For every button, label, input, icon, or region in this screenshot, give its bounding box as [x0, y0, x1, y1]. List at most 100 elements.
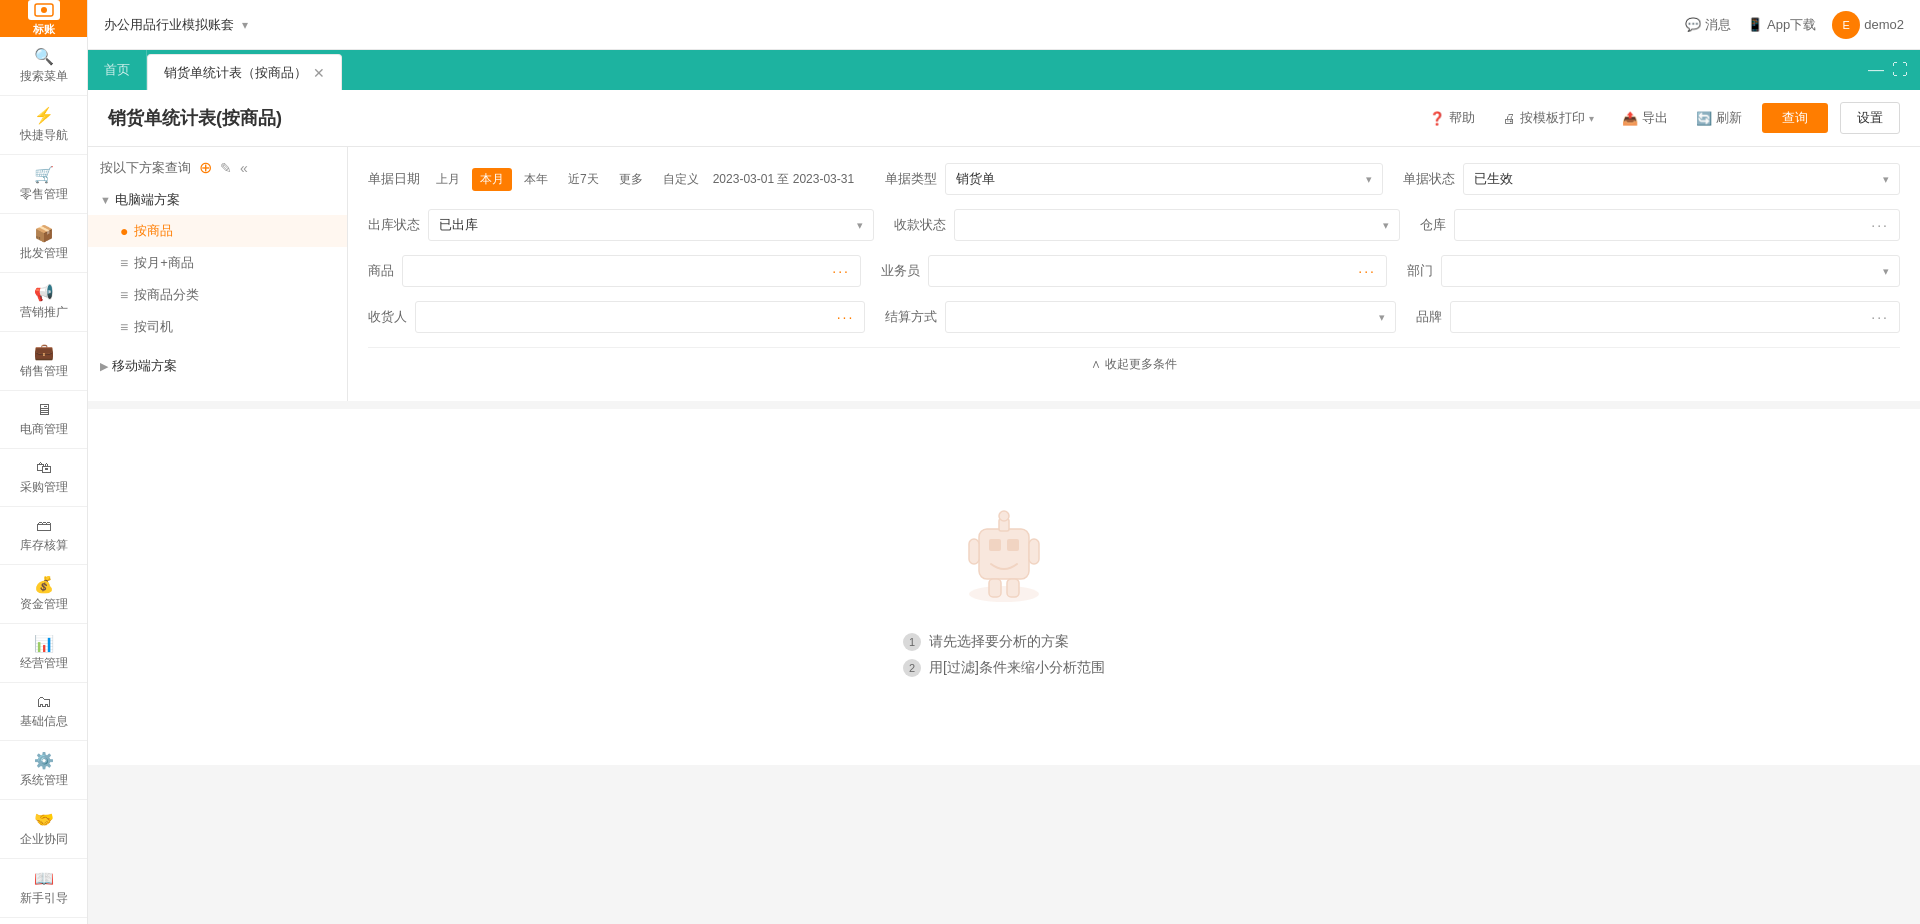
salesman-label: 业务员: [861, 262, 928, 280]
doc-type-select[interactable]: 销货单 ▾: [945, 163, 1382, 195]
settings-btn[interactable]: 设置: [1840, 102, 1900, 134]
export-btn[interactable]: 📤 导出: [1614, 105, 1676, 131]
plan-item-by-product[interactable]: ● 按商品: [88, 215, 347, 247]
edit-plan-icon[interactable]: ✎: [220, 161, 232, 175]
sidebar-item-corp[interactable]: 🤝 企业协同: [0, 800, 87, 859]
logo-text: 标账: [33, 22, 55, 37]
date-tab-thismonth[interactable]: 本月: [472, 168, 512, 191]
plan-section-desktop: ▼ 电脑端方案 ● 按商品 ≡ 按月+商品 ≡ 按商品分类: [88, 185, 347, 351]
date-tab-7days[interactable]: 近7天: [560, 168, 607, 191]
app-download-btn[interactable]: 📱 App下载: [1747, 16, 1816, 34]
payment-select[interactable]: ▾: [954, 209, 1400, 241]
page-header: 销货单统计表(按商品) ❓ 帮助 🖨 按模板打印 ▾ 📤 导出 🔄 刷新: [88, 90, 1920, 147]
goods-select[interactable]: ···: [402, 255, 861, 287]
sidebar-item-shortcut[interactable]: ⚡ 快捷导航: [0, 96, 87, 155]
sidebar-item-inventory[interactable]: 🗃 库存核算: [0, 507, 87, 565]
receiver-label: 收货人: [368, 308, 415, 326]
plan-section-mobile-title[interactable]: ▶ 移动端方案: [88, 351, 347, 381]
svg-rect-4: [989, 539, 1001, 551]
collapse-bar[interactable]: ∧ 收起更多条件: [368, 347, 1900, 381]
plan-item-by-month-product[interactable]: ≡ 按月+商品: [88, 247, 347, 279]
dept-select[interactable]: ▾: [1441, 255, 1900, 287]
sidebar-item-marketing[interactable]: 📢 营销推广: [0, 273, 87, 332]
sidebar-item-search[interactable]: 🔍 搜索菜单: [0, 37, 87, 96]
plan-item-by-driver[interactable]: ≡ 按司机: [88, 311, 347, 343]
plan-item-by-driver-label: 按司机: [134, 318, 173, 336]
sidebar-item-guide[interactable]: 📖 新手引导: [0, 859, 87, 918]
tab-max-icon[interactable]: ⛶: [1892, 61, 1908, 79]
message-btn[interactable]: 💬 消息: [1685, 16, 1731, 34]
right-filter-panel: 单据日期 上月 本月 本年 近7天 更多 自定义 2023-03-01 至 20…: [348, 147, 1920, 401]
empty-state: 1 请先选择要分析的方案 2 用[过滤]条件来缩小分析范围: [88, 409, 1920, 765]
payment-label: 收款状态: [874, 216, 954, 234]
sales-icon: 💼: [4, 342, 83, 361]
tab-close-icon[interactable]: ✕: [313, 66, 325, 80]
add-plan-icon[interactable]: ⊕: [199, 160, 212, 176]
app-download-label: App下载: [1767, 16, 1816, 34]
page-actions: ❓ 帮助 🖨 按模板打印 ▾ 📤 导出 🔄 刷新 查询: [1421, 102, 1900, 146]
avatar-text: E: [1843, 19, 1850, 31]
receiver-select[interactable]: ···: [415, 301, 865, 333]
query-btn[interactable]: 查询: [1762, 103, 1828, 133]
date-tab-lastmonth[interactable]: 上月: [428, 168, 468, 191]
svg-point-1: [41, 7, 47, 13]
help-btn[interactable]: ❓ 帮助: [1421, 105, 1483, 131]
refresh-btn[interactable]: 🔄 刷新: [1688, 105, 1750, 131]
tab-min-icon[interactable]: —: [1868, 61, 1884, 79]
sidebar-item-finance-label: 资金管理: [4, 596, 83, 613]
sidebar-item-finance[interactable]: 💰 资金管理: [0, 565, 87, 624]
doc-type-label-text: 单据类型: [865, 170, 945, 188]
avatar: E: [1832, 11, 1860, 39]
settings-label: 设置: [1857, 110, 1883, 125]
sidebar-item-basics[interactable]: 🗂 基础信息: [0, 683, 87, 741]
brand-select[interactable]: ···: [1450, 301, 1900, 333]
basics-icon: 🗂: [4, 693, 83, 711]
left-panel: 按以下方案查询 ⊕ ✎ « ▼ 电脑端方案 ● 按商品 ≡: [88, 147, 348, 401]
stock-status-label: 出库状态: [368, 216, 428, 234]
warehouse-select[interactable]: ···: [1454, 209, 1900, 241]
nav-arrow: ▾: [242, 18, 248, 32]
collapse-panel-icon[interactable]: «: [240, 161, 248, 175]
plan-section-mobile: ▶ 移动端方案: [88, 351, 347, 389]
plan-item-month-icon: ≡: [120, 255, 128, 271]
top-nav-left: 办公用品行业模拟账套 ▾: [104, 16, 248, 34]
sidebar-item-wholesale[interactable]: 📦 批发管理: [0, 214, 87, 273]
sidebar-item-appcenter[interactable]: 📱 应用中心: [0, 918, 87, 924]
tab-sales-stat[interactable]: 销货单统计表（按商品） ✕: [147, 54, 342, 90]
user-area[interactable]: E demo2: [1832, 11, 1904, 39]
tab-home[interactable]: 首页: [88, 50, 147, 90]
retail-icon: 🛒: [4, 165, 83, 184]
warehouse-label: 仓库: [1400, 216, 1454, 234]
sidebar-item-retail-label: 零售管理: [4, 186, 83, 203]
empty-tip-1-text: 请先选择要分析的方案: [929, 633, 1069, 651]
sidebar-item-sales-label: 销售管理: [4, 363, 83, 380]
plan-item-by-category[interactable]: ≡ 按商品分类: [88, 279, 347, 311]
section-arrow-icon: ▼: [100, 194, 111, 206]
sidebar-item-operations[interactable]: 📊 经营管理: [0, 624, 87, 683]
ecommerce-icon: 🖥: [4, 401, 83, 419]
plan-section-desktop-title[interactable]: ▼ 电脑端方案: [88, 185, 347, 215]
date-tab-thisyear[interactable]: 本年: [516, 168, 556, 191]
page-content: 销货单统计表(按商品) ❓ 帮助 🖨 按模板打印 ▾ 📤 导出 🔄 刷新: [88, 90, 1920, 924]
sidebar-item-system[interactable]: ⚙️ 系统管理: [0, 741, 87, 800]
sidebar-item-retail[interactable]: 🛒 零售管理: [0, 155, 87, 214]
settlement-select[interactable]: ▾: [945, 301, 1395, 333]
print-btn[interactable]: 🖨 按模板打印 ▾: [1495, 105, 1602, 131]
doc-status-select[interactable]: 已生效 ▾: [1463, 163, 1900, 195]
svg-rect-3: [979, 529, 1029, 579]
left-panel-header: 按以下方案查询 ⊕ ✎ «: [88, 159, 347, 185]
sidebar-item-corp-label: 企业协同: [4, 831, 83, 848]
section-title-label: 电脑端方案: [115, 191, 180, 209]
sidebar-item-ecommerce[interactable]: 🖥 电商管理: [0, 391, 87, 449]
sidebar-item-guide-label: 新手引导: [4, 890, 83, 907]
salesman-select[interactable]: ···: [928, 255, 1387, 287]
stock-status-select[interactable]: 已出库 ▾: [428, 209, 874, 241]
sidebar-item-search-label: 搜索菜单: [4, 68, 83, 85]
sidebar-item-purchase[interactable]: 🛍 采购管理: [0, 449, 87, 507]
sidebar-item-sales[interactable]: 💼 销售管理: [0, 332, 87, 391]
brand-dots-icon: ···: [1871, 309, 1889, 325]
purchase-icon: 🛍: [4, 459, 83, 477]
date-tab-custom[interactable]: 自定义: [655, 168, 707, 191]
warehouse-dots-icon: ···: [1871, 217, 1889, 233]
date-tab-more[interactable]: 更多: [611, 168, 651, 191]
